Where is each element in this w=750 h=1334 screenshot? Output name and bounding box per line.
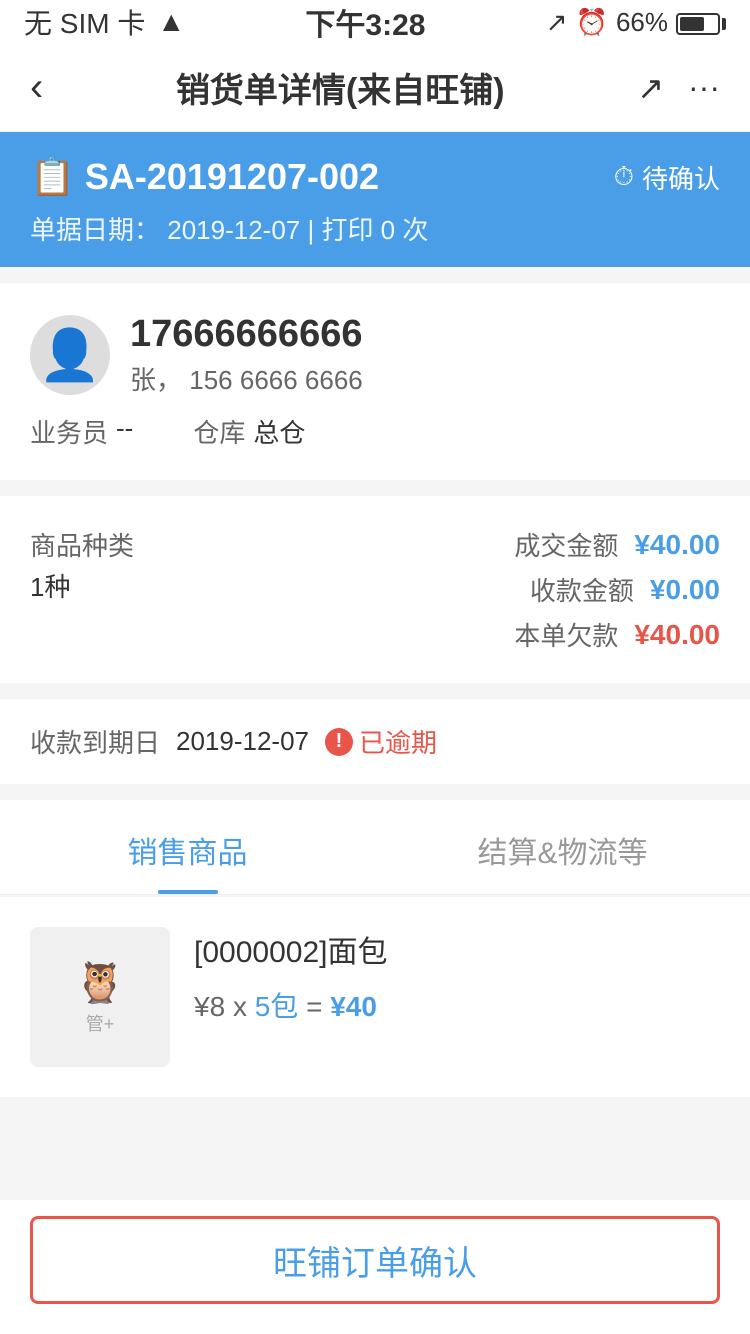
carrier-text: 无 SIM 卡 — [24, 2, 145, 42]
customer-alt-phone: 156 6666 6666 — [189, 365, 363, 395]
share-icon[interactable]: ↗ — [637, 69, 664, 107]
trading-amount-row: 成交金额 ¥40.00 — [514, 526, 720, 563]
order-date-value: 2019-12-07 — [167, 215, 300, 245]
customer-row: 👤 17666666666 张， 156 6666 6666 — [30, 313, 720, 397]
order-id: 📋 SA-20191207-002 — [30, 156, 379, 198]
order-header-banner: 📋 SA-20191207-002 ⏱ 待确认 单据日期： 2019-12-07… — [0, 132, 750, 267]
product-item[interactable]: 🦉 管+ [0000002]面包 ¥8 x 5包 = ¥40 — [0, 897, 750, 1097]
wifi-icon: ▲ — [157, 6, 185, 38]
status-clock-icon: ⏱ — [614, 161, 634, 193]
product-thumbnail: 🦉 管+ — [30, 927, 170, 1067]
location-icon: ↗ — [546, 7, 568, 38]
tab-sales-products[interactable]: 销售商品 — [0, 800, 375, 894]
order-date-label: 单据日期： — [30, 215, 160, 245]
received-amount-row: 收款金额 ¥0.00 — [530, 571, 720, 608]
product-thumb-logo: 🦉 管+ — [75, 959, 125, 1036]
due-date-value: 2019-12-07 — [176, 726, 309, 757]
avatar-icon: 👤 — [39, 326, 101, 385]
page-title: 销货单详情(来自旺铺) — [176, 63, 505, 112]
product-section: 🦉 管+ [0000002]面包 ¥8 x 5包 = ¥40 — [0, 897, 750, 1097]
stats-right: 成交金额 ¥40.00 收款金额 ¥0.00 本单欠款 ¥40.00 — [514, 526, 720, 653]
product-logo-icon: 🦉 — [75, 959, 125, 1006]
customer-info: 17666666666 张， 156 6666 6666 — [130, 313, 363, 397]
overdue-badge: ! 已逾期 — [325, 723, 437, 760]
stats-card: 商品种类 1种 成交金额 ¥40.00 收款金额 ¥0.00 本单欠款 ¥40.… — [0, 496, 750, 683]
product-name: [0000002]面包 — [194, 927, 720, 971]
due-date-label: 收款到期日 — [30, 723, 160, 760]
status-bar-time: 下午3:28 — [305, 0, 425, 44]
customer-card: 👤 17666666666 张， 156 6666 6666 业务员 -- 仓库… — [0, 283, 750, 480]
warehouse-label: 仓库 — [193, 413, 245, 450]
nav-bar: ‹ 销货单详情(来自旺铺) ↗ ··· — [0, 44, 750, 132]
trading-amount-value: ¥40.00 — [634, 529, 720, 561]
status-text: 待确认 — [642, 159, 720, 196]
order-date-info: 单据日期： 2019-12-07 | 打印 0 次 — [30, 210, 720, 247]
order-id-row: 📋 SA-20191207-002 ⏱ 待确认 — [30, 156, 720, 198]
sales-rep-label: 业务员 — [30, 413, 108, 450]
product-type-value: 1种 — [30, 567, 134, 604]
customer-phone: 17666666666 — [130, 313, 363, 356]
customer-name-text: 张 — [130, 365, 156, 395]
sales-rep-item: 业务员 -- — [30, 413, 133, 450]
price-total: ¥40 — [330, 991, 377, 1022]
owed-amount-row: 本单欠款 ¥40.00 — [514, 616, 720, 653]
order-status: ⏱ 待确认 — [614, 159, 720, 196]
tab-sales-products-label: 销售商品 — [128, 837, 248, 870]
price-equals: = — [306, 991, 330, 1022]
customer-detail: 张， 156 6666 6666 — [130, 360, 363, 397]
status-bar: 无 SIM 卡 ▲ 下午3:28 ↗ ⏰ 66% — [0, 0, 750, 44]
battery-percentage: 66% — [616, 7, 668, 38]
tabs-container: 销售商品 结算&物流等 — [0, 800, 750, 895]
sales-rep-value: -- — [116, 413, 133, 450]
customer-meta: 业务员 -- 仓库 总仓 — [30, 413, 720, 450]
warehouse-item: 仓库 总仓 — [193, 413, 305, 450]
alarm-icon: ⏰ — [576, 7, 608, 38]
order-id-icon: 📋 — [30, 156, 75, 198]
received-amount-label: 收款金额 — [530, 571, 634, 608]
battery-icon — [676, 7, 726, 38]
warehouse-value: 总仓 — [253, 413, 305, 450]
price-unit: ¥8 — [194, 991, 225, 1022]
confirm-order-button[interactable]: 旺铺订单确认 — [30, 1216, 720, 1304]
due-date-card: 收款到期日 2019-12-07 ! 已逾期 — [0, 699, 750, 784]
overdue-text: 已逾期 — [359, 723, 437, 760]
back-button[interactable]: ‹ — [30, 65, 43, 110]
status-bar-left: 无 SIM 卡 ▲ — [24, 2, 185, 42]
overdue-exclamation-icon: ! — [325, 728, 353, 756]
tab-underline — [158, 890, 218, 894]
trading-amount-label: 成交金额 — [514, 526, 618, 563]
nav-actions: ↗ ··· — [637, 69, 720, 107]
customer-avatar: 👤 — [30, 315, 110, 395]
owed-amount-value: ¥40.00 — [634, 619, 720, 651]
bottom-bar: 旺铺订单确认 — [0, 1200, 750, 1334]
price-multiply: x — [233, 991, 255, 1022]
product-type-label: 商品种类 — [30, 526, 134, 563]
confirm-button-label: 旺铺订单确认 — [273, 1236, 477, 1285]
product-info: [0000002]面包 ¥8 x 5包 = ¥40 — [194, 927, 720, 1025]
more-icon[interactable]: ··· — [688, 69, 720, 106]
order-id-text: SA-20191207-002 — [85, 156, 379, 198]
tab-settlement-logistics[interactable]: 结算&物流等 — [375, 800, 750, 894]
order-print-info: | 打印 0 次 — [307, 215, 428, 245]
status-bar-right: ↗ ⏰ 66% — [546, 7, 726, 38]
product-price: ¥8 x 5包 = ¥40 — [194, 985, 720, 1025]
tab-settlement-label: 结算&物流等 — [477, 837, 647, 870]
stats-left: 商品种类 1种 — [30, 526, 134, 604]
received-amount-value: ¥0.00 — [650, 574, 720, 606]
owed-amount-label: 本单欠款 — [514, 616, 618, 653]
price-qty: 5包 — [255, 991, 299, 1022]
